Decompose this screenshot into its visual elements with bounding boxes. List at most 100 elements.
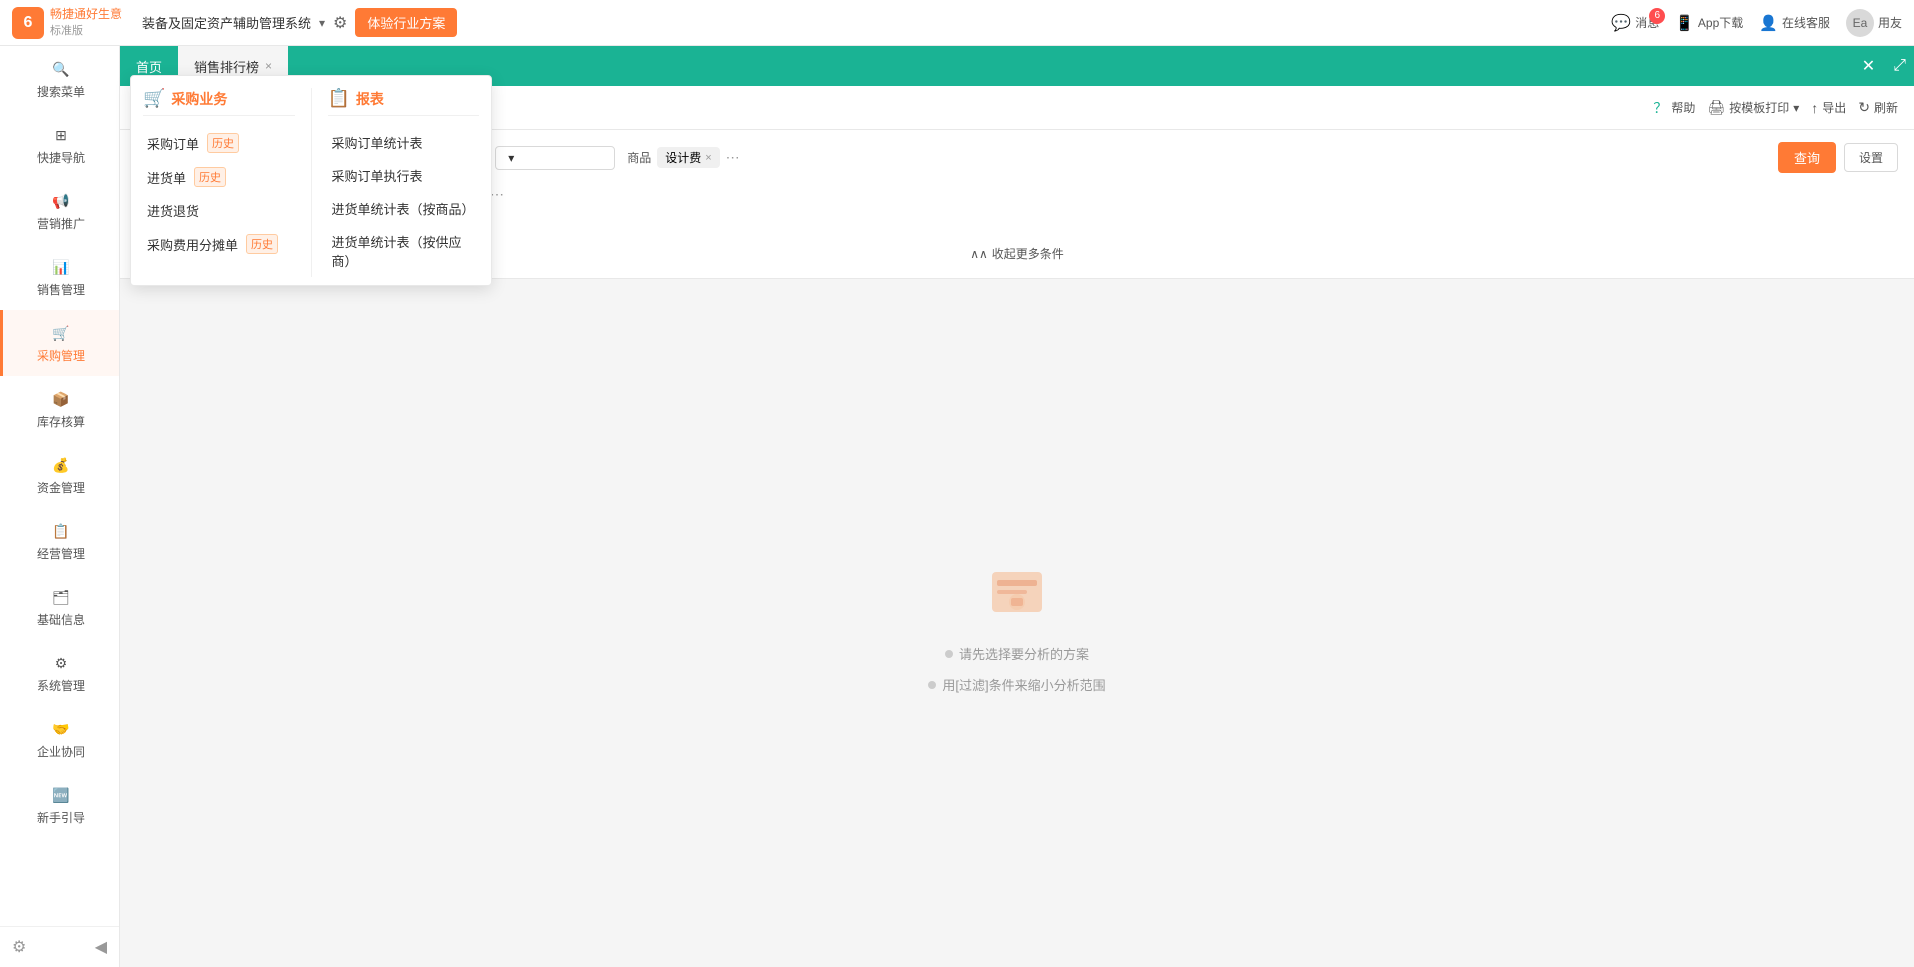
refresh-icon	[1858, 99, 1870, 116]
industry-btn[interactable]: 体验行业方案	[355, 8, 457, 37]
sidebar-item-collab[interactable]: 企业协同	[0, 706, 119, 772]
dropdown-item-expense[interactable]: 采购费用分摊单 历史	[143, 227, 295, 261]
empty-text-2: 用[过滤]条件来缩小分析范围	[942, 675, 1105, 694]
dropdown-item-inbound[interactable]: 进货单 历史	[143, 160, 295, 194]
salesperson-more-btn[interactable]: ⋯	[490, 186, 504, 203]
sidebar-item-base[interactable]: 基础信息	[0, 574, 119, 640]
top-header: 6 畅捷通好生意 标准版 装备及固定资产辅助管理系统 体验行业方案 6 消息 A…	[0, 0, 1914, 46]
sidebar-item-sales[interactable]: 销售管理	[0, 244, 119, 310]
sidebar-item-sales-label: 销售管理	[37, 281, 85, 298]
empty-area: 请先选择要分析的方案 用[过滤]条件来缩小分析范围	[120, 279, 1914, 967]
app-icon	[1675, 14, 1694, 32]
export-btn[interactable]: 导出	[1811, 99, 1846, 116]
tab-bar-expand-btn[interactable]: ⤢	[1885, 57, 1914, 75]
hist-badge-inbound: 历史	[194, 167, 226, 187]
header-mid: 装备及固定资产辅助管理系统 体验行业方案	[142, 8, 1601, 37]
status-select[interactable]	[495, 146, 615, 170]
collapse-label: 收起更多条件	[992, 245, 1064, 262]
app-download-btn[interactable]: App下载	[1675, 14, 1743, 32]
base-icon	[52, 586, 70, 607]
goods-label: 商品	[627, 149, 651, 166]
help-btn[interactable]: 帮助	[1653, 98, 1695, 118]
settings-btn[interactable]: 设置	[1844, 143, 1898, 172]
purchase-col-title: 🛒 采购业务	[143, 88, 295, 116]
sidebar-item-search[interactable]: 搜索菜单	[0, 46, 119, 112]
sidebar-item-base-label: 基础信息	[37, 611, 85, 628]
chevron-down-icon	[319, 16, 325, 30]
sidebar-item-inventory[interactable]: 库存核算	[0, 376, 119, 442]
filter-goods: 商品 设计费 × ⋯	[627, 147, 739, 168]
promote-icon	[52, 190, 69, 211]
print-label: 按模板打印	[1729, 99, 1789, 116]
sidebar-item-promote[interactable]: 营销推广	[0, 178, 119, 244]
print-btn[interactable]: 按模板打印	[1707, 99, 1799, 116]
collapse-icon: ∧	[970, 247, 988, 261]
header-right: 6 消息 App下载 在线客服 Ea 用友	[1611, 9, 1902, 37]
user-menu-btn[interactable]: Ea 用友	[1846, 9, 1902, 37]
help-icon	[1653, 98, 1667, 118]
dropdown-item-inbound-by-supplier[interactable]: 进货单统计表（按供应商）	[328, 225, 480, 277]
goods-tag: 设计费 ×	[657, 147, 719, 168]
sidebar-collapse-btn[interactable]: ◀	[95, 937, 107, 957]
empty-hint-2: 用[过滤]条件来缩小分析范围	[928, 675, 1105, 694]
logo-icon: 6	[12, 7, 44, 39]
ops-icon	[52, 520, 69, 541]
goods-more-btn[interactable]: ⋯	[726, 149, 740, 166]
sidebar-item-ops[interactable]: 经营管理	[0, 508, 119, 574]
goods-tag-close[interactable]: ×	[705, 152, 711, 164]
user-label: 用友	[1878, 14, 1902, 31]
tab-sales-rank-label: 销售排行榜	[194, 57, 259, 76]
sidebar-item-finance[interactable]: 资金管理	[0, 442, 119, 508]
return-label: 进货退货	[147, 201, 199, 220]
sidebar: 搜索菜单 快捷导航 营销推广 销售管理 采购管理 库存核算 资金管理 经营管理	[0, 46, 120, 967]
dropdown-item-order-stats[interactable]: 采购订单统计表	[328, 126, 480, 159]
sys-dropdown-btn[interactable]	[319, 16, 325, 30]
refresh-btn[interactable]: 刷新	[1858, 99, 1898, 116]
sidebar-item-guide[interactable]: 新手引导	[0, 772, 119, 838]
sidebar-item-ops-label: 经营管理	[37, 545, 85, 562]
sales-icon	[52, 256, 69, 277]
message-btn[interactable]: 6 消息	[1611, 13, 1659, 33]
goods-tag-value: 设计费	[665, 149, 701, 166]
dropdown-item-return[interactable]: 进货退货	[143, 194, 295, 227]
sidebar-item-promote-label: 营销推广	[37, 215, 85, 232]
sidebar-item-sys[interactable]: 系统管理	[0, 640, 119, 706]
order-stats-label: 采购订单统计表	[332, 133, 423, 152]
gear-button[interactable]	[333, 13, 347, 33]
avatar: Ea	[1846, 9, 1874, 37]
empty-dot-2	[928, 681, 936, 689]
dropdown-item-inbound-by-goods[interactable]: 进货单统计表（按商品）	[328, 192, 480, 225]
collab-icon	[52, 718, 69, 739]
logo-text-block: 畅捷通好生意 标准版	[50, 7, 122, 39]
purchase-dropdown-menu: 🛒 采购业务 采购订单 历史 进货单 历史 进货退货 采购费用分摊单 历史 📋 …	[130, 75, 492, 286]
online-service-btn[interactable]: 在线客服	[1759, 14, 1830, 32]
logo-area: 6 畅捷通好生意 标准版	[12, 7, 132, 39]
inbound-by-goods-label: 进货单统计表（按商品）	[332, 199, 475, 218]
message-badge: 6	[1649, 8, 1665, 24]
sidebar-item-nav[interactable]: 快捷导航	[0, 112, 119, 178]
sidebar-item-purchase-label: 采购管理	[37, 347, 85, 364]
sidebar-item-search-label: 搜索菜单	[37, 83, 85, 100]
sidebar-bottom: ⚙ ◀	[0, 926, 119, 967]
sidebar-item-finance-label: 资金管理	[37, 479, 85, 496]
service-icon	[1759, 14, 1778, 32]
sidebar-item-purchase[interactable]: 采购管理	[0, 310, 119, 376]
report-col: 📋 报表 采购订单统计表 采购订单执行表 进货单统计表（按商品） 进货单统计表（…	[316, 88, 492, 277]
query-btn[interactable]: 查询	[1778, 142, 1836, 173]
tab-close-icon[interactable]: ×	[265, 59, 272, 73]
gear-icon	[333, 13, 347, 33]
dropdown-item-purchase-order[interactable]: 采购订单 历史	[143, 126, 295, 160]
dropdown-item-order-exec[interactable]: 采购订单执行表	[328, 159, 480, 192]
print-icon	[1707, 99, 1725, 116]
tab-bar-close-btn[interactable]: ✕	[1852, 56, 1885, 76]
tab-home-label: 首页	[136, 57, 162, 76]
search-icon	[52, 58, 69, 79]
sidebar-settings-btn[interactable]: ⚙	[12, 937, 26, 957]
sidebar-item-inventory-label: 库存核算	[37, 413, 85, 430]
status-dropdown-icon	[508, 151, 514, 165]
empty-text-1: 请先选择要分析的方案	[959, 644, 1089, 663]
sys-icon	[55, 652, 68, 673]
help-label: 帮助	[1671, 99, 1695, 116]
hist-badge-purchase-order: 历史	[207, 133, 239, 153]
refresh-label: 刷新	[1874, 99, 1898, 116]
